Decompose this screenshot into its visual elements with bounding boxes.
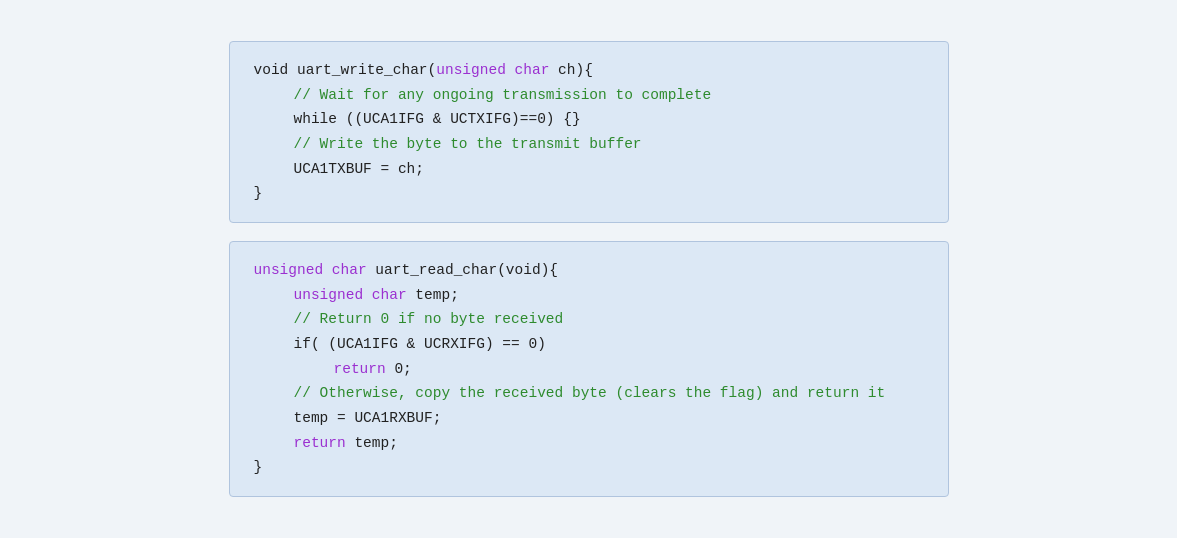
code-line: unsigned char uart_read_char(void){ <box>254 258 924 283</box>
code-token: while ((UCA1IFG & UCTXIFG)==0) {} <box>294 111 581 127</box>
code-token: temp = UCA1RXBUF; <box>294 410 442 426</box>
code-line: temp = UCA1RXBUF; <box>254 406 924 431</box>
code-token: temp; <box>407 287 459 303</box>
code-token: // Write the byte to the transmit buffer <box>294 136 642 152</box>
code-line: return temp; <box>254 431 924 456</box>
code-token: // Wait for any ongoing transmission to … <box>294 87 712 103</box>
code-token: // Otherwise, copy the received byte (cl… <box>294 385 886 401</box>
code-token: unsigned char <box>294 287 407 303</box>
code-token: uart_write_char( <box>297 62 436 78</box>
code-block-2: unsigned char uart_read_char(void){unsig… <box>229 241 949 497</box>
code-token: void <box>254 62 298 78</box>
code-line: while ((UCA1IFG & UCTXIFG)==0) {} <box>254 107 924 132</box>
code-line: } <box>254 455 924 480</box>
code-line: // Otherwise, copy the received byte (cl… <box>254 381 924 406</box>
code-line: // Wait for any ongoing transmission to … <box>254 83 924 108</box>
code-token: } <box>254 459 263 475</box>
code-token: UCA1TXBUF = ch; <box>294 161 425 177</box>
code-token: } <box>254 185 263 201</box>
code-line: if( (UCA1IFG & UCRXIFG) == 0) <box>254 332 924 357</box>
code-line: // Write the byte to the transmit buffer <box>254 132 924 157</box>
code-token: unsigned char <box>436 62 549 78</box>
code-line: } <box>254 181 924 206</box>
code-token: if( (UCA1IFG & UCRXIFG) == 0) <box>294 336 546 352</box>
code-line: void uart_write_char(unsigned char ch){ <box>254 58 924 83</box>
code-line: // Return 0 if no byte received <box>254 307 924 332</box>
code-token: temp; <box>346 435 398 451</box>
code-token: // Return 0 if no byte received <box>294 311 564 327</box>
code-line: UCA1TXBUF = ch; <box>254 157 924 182</box>
code-token: ch){ <box>549 62 593 78</box>
code-line: unsigned char temp; <box>254 283 924 308</box>
code-line: return 0; <box>254 357 924 382</box>
code-token: unsigned char <box>254 262 367 278</box>
code-token: return <box>294 435 346 451</box>
code-token: return <box>334 361 386 377</box>
code-block-1: void uart_write_char(unsigned char ch){ /… <box>229 41 949 223</box>
code-token: uart_read_char(void){ <box>367 262 558 278</box>
code-token: 0; <box>386 361 412 377</box>
